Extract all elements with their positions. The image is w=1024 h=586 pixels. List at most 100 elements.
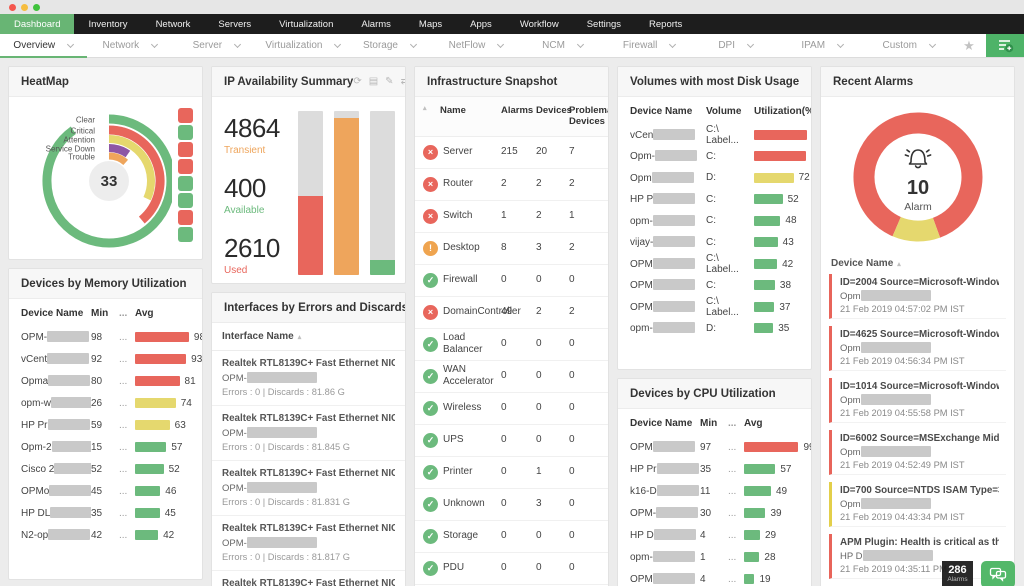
- edit-icon[interactable]: ✎: [385, 76, 393, 87]
- heatmap-square[interactable]: [178, 176, 193, 191]
- device-name: Opm: [840, 342, 999, 354]
- infrastructure-row[interactable]: ✓ Unknown 0 3 0: [415, 489, 608, 521]
- infrastructure-row[interactable]: ✓ UPS 0 0 0: [415, 425, 608, 457]
- main-nav-item[interactable]: Maps: [405, 14, 456, 34]
- interface-item[interactable]: Realtek RTL8139C+ Fast Ethernet NIC #3-N…: [212, 351, 405, 406]
- minimize-window-button[interactable]: [21, 3, 28, 11]
- main-nav-item[interactable]: Workflow: [506, 14, 573, 34]
- interface-item[interactable]: Realtek RTL8139C+ Fast Ethernet NIC #3-E…: [212, 571, 405, 586]
- main-nav-item[interactable]: Alarms: [347, 14, 405, 34]
- utilization-row[interactable]: Cisco 2 52 ... 52: [9, 458, 202, 480]
- utilization-row[interactable]: k16-D 11 ... 49: [618, 480, 811, 502]
- dashboard-tab[interactable]: Firewall: [606, 34, 693, 57]
- infrastructure-row[interactable]: ✓ Load Balancer 0 0 0: [415, 329, 608, 361]
- infrastructure-row[interactable]: ! Desktop 8 3 2: [415, 233, 608, 265]
- dashboard-tab[interactable]: IPAM: [779, 34, 866, 57]
- volume-row[interactable]: vijay- C: 43: [618, 232, 811, 254]
- utilization-row[interactable]: OPM- 98 ... 98: [9, 326, 202, 348]
- heatmap-square[interactable]: [178, 125, 193, 140]
- chevron-down-icon: [151, 40, 159, 48]
- utilization-row[interactable]: OPMo 45 ... 46: [9, 480, 202, 502]
- main-nav-item[interactable]: Virtualization: [265, 14, 347, 34]
- main-nav-item[interactable]: Network: [142, 14, 205, 34]
- refresh-icon[interactable]: ⟳: [353, 76, 361, 87]
- main-nav-item[interactable]: Servers: [204, 14, 265, 34]
- alarm-item[interactable]: ID=1014 Source=Microsoft-Windows-DNS-Cli…: [829, 378, 1006, 423]
- dashboard-tab[interactable]: Server: [173, 34, 260, 57]
- interface-item[interactable]: Realtek RTL8139C+ Fast Ethernet NIC #3-W…: [212, 516, 405, 571]
- volume-row[interactable]: OPM C: 38: [618, 275, 811, 297]
- volume-row[interactable]: Opm- C: 95: [618, 146, 811, 168]
- volume-row[interactable]: OPM C:\ Label... 42: [618, 253, 811, 275]
- utilization-row[interactable]: Opm-2 15 ... 57: [9, 436, 202, 458]
- alarms-column-header[interactable]: Device Name ▴: [821, 251, 1014, 274]
- volume-row[interactable]: opm- C: 48: [618, 210, 811, 232]
- volume-row[interactable]: Opm D: 72: [618, 167, 811, 189]
- utilization-row[interactable]: vCent 92 ... 93: [9, 348, 202, 370]
- utilization-row[interactable]: HP Pr 59 ... 63: [9, 414, 202, 436]
- dashboard-tab[interactable]: Network: [87, 34, 174, 57]
- alarms-donut-chart[interactable]: 10 Alarm: [837, 99, 999, 251]
- dashboard-tab[interactable]: Custom: [865, 34, 952, 57]
- utilization-row[interactable]: OPM 4 ... 19: [618, 568, 811, 586]
- interface-item[interactable]: Realtek RTL8139C+ Fast Ethernet NIC #3-W…: [212, 461, 405, 516]
- utilization-row[interactable]: HP DL 35 ... 45: [9, 502, 202, 524]
- utilization-row[interactable]: opm-w 26 ... 74: [9, 392, 202, 414]
- dashboard-tab[interactable]: DPI: [692, 34, 779, 57]
- utilization-row[interactable]: HP D 4 ... 29: [618, 524, 811, 546]
- close-window-button[interactable]: [9, 3, 16, 11]
- report-icon[interactable]: ▤: [369, 76, 378, 87]
- main-nav-item[interactable]: Inventory: [74, 14, 141, 34]
- favorite-star-icon[interactable]: ★: [952, 34, 986, 57]
- resize-icon[interactable]: ⇄: [401, 76, 405, 87]
- utilization-row[interactable]: OPM- 30 ... 39: [618, 502, 811, 524]
- infrastructure-row[interactable]: ✓ WAN Accelerator 0 0 0: [415, 361, 608, 393]
- heatmap-square[interactable]: [178, 142, 193, 157]
- infrastructure-row[interactable]: × Server 215 20 7: [415, 137, 608, 169]
- main-nav-item[interactable]: Reports: [635, 14, 696, 34]
- infrastructure-row[interactable]: ✓ PDU 0 0 0: [415, 553, 608, 585]
- feedback-chat-button[interactable]: [981, 561, 1015, 586]
- main-nav-item[interactable]: Settings: [573, 14, 635, 34]
- heatmap-square[interactable]: [178, 108, 193, 123]
- utilization-row[interactable]: opm- 1 ... 28: [618, 546, 811, 568]
- alarm-item[interactable]: ID=6002 Source=MSExchange Mid-Tier Stora…: [829, 430, 1006, 475]
- sort-icon[interactable]: ▴: [423, 105, 436, 113]
- interface-item[interactable]: Realtek RTL8139C+ Fast Ethernet NIC #3-N…: [212, 406, 405, 461]
- alarm-item[interactable]: ID=2004 Source=Microsoft-Windows-Resourc…: [829, 274, 1006, 319]
- alarm-item[interactable]: ID=700 Source=NTDS ISAM Type=3 Message=N…: [829, 482, 1006, 527]
- utilization-row[interactable]: HP Pr 35 ... 57: [618, 458, 811, 480]
- dashboard-tab[interactable]: Storage: [346, 34, 433, 57]
- infrastructure-row[interactable]: × Switch 1 2 1: [415, 201, 608, 233]
- heatmap-square[interactable]: [178, 193, 193, 208]
- dashboard-tab[interactable]: NetFlow: [433, 34, 520, 57]
- add-dashboard-button[interactable]: [986, 34, 1024, 57]
- dashboard-tab[interactable]: NCM: [519, 34, 606, 57]
- volume-row[interactable]: opm- D: 35: [618, 318, 811, 340]
- main-nav-item[interactable]: Apps: [456, 14, 506, 34]
- utilization-row[interactable]: N2-op 42 ... 42: [9, 524, 202, 546]
- heatmap-square[interactable]: [178, 210, 193, 225]
- volume-row[interactable]: HP P C: 52: [618, 189, 811, 211]
- interfaces-column-header[interactable]: Interface Name ▴: [212, 323, 405, 351]
- heatmap-square[interactable]: [178, 227, 193, 242]
- maximize-window-button[interactable]: [33, 3, 40, 11]
- infrastructure-row[interactable]: ✓ Wireless 0 0 0: [415, 393, 608, 425]
- dashboard-tab[interactable]: Virtualization: [260, 34, 347, 57]
- infrastructure-row[interactable]: × DomainController 49 2 2: [415, 297, 608, 329]
- volume-row[interactable]: OPM C:\ Label... 37: [618, 296, 811, 318]
- alarm-count-badge[interactable]: 286 Alarms: [942, 561, 973, 586]
- infrastructure-row[interactable]: ✓ Printer 0 1 0: [415, 457, 608, 489]
- utilization-row[interactable]: OPM 97 ... 99: [618, 436, 811, 458]
- alarm-item[interactable]: ID=4625 Source=Microsoft-Windows-Securit…: [829, 326, 1006, 371]
- infrastructure-row[interactable]: × Router 2 2 2: [415, 169, 608, 201]
- infrastructure-row[interactable]: ✓ Firewall 0 0 0: [415, 265, 608, 297]
- volume-row[interactable]: vCen C:\ Label... 96: [618, 124, 811, 146]
- dashboard-tab[interactable]: Overview: [0, 34, 87, 58]
- heatmap-radial-chart[interactable]: ClearCriticalAttentionService DownTroubl…: [9, 101, 172, 259]
- infrastructure-row[interactable]: ✓ Storage 0 0 0: [415, 521, 608, 553]
- utilization-row[interactable]: Opma 80 ... 81: [9, 370, 202, 392]
- main-nav-item[interactable]: Dashboard: [0, 14, 75, 34]
- alarm-item[interactable]: APM Plugin: Health is critical as the re…: [829, 534, 1006, 579]
- heatmap-square[interactable]: [178, 159, 193, 174]
